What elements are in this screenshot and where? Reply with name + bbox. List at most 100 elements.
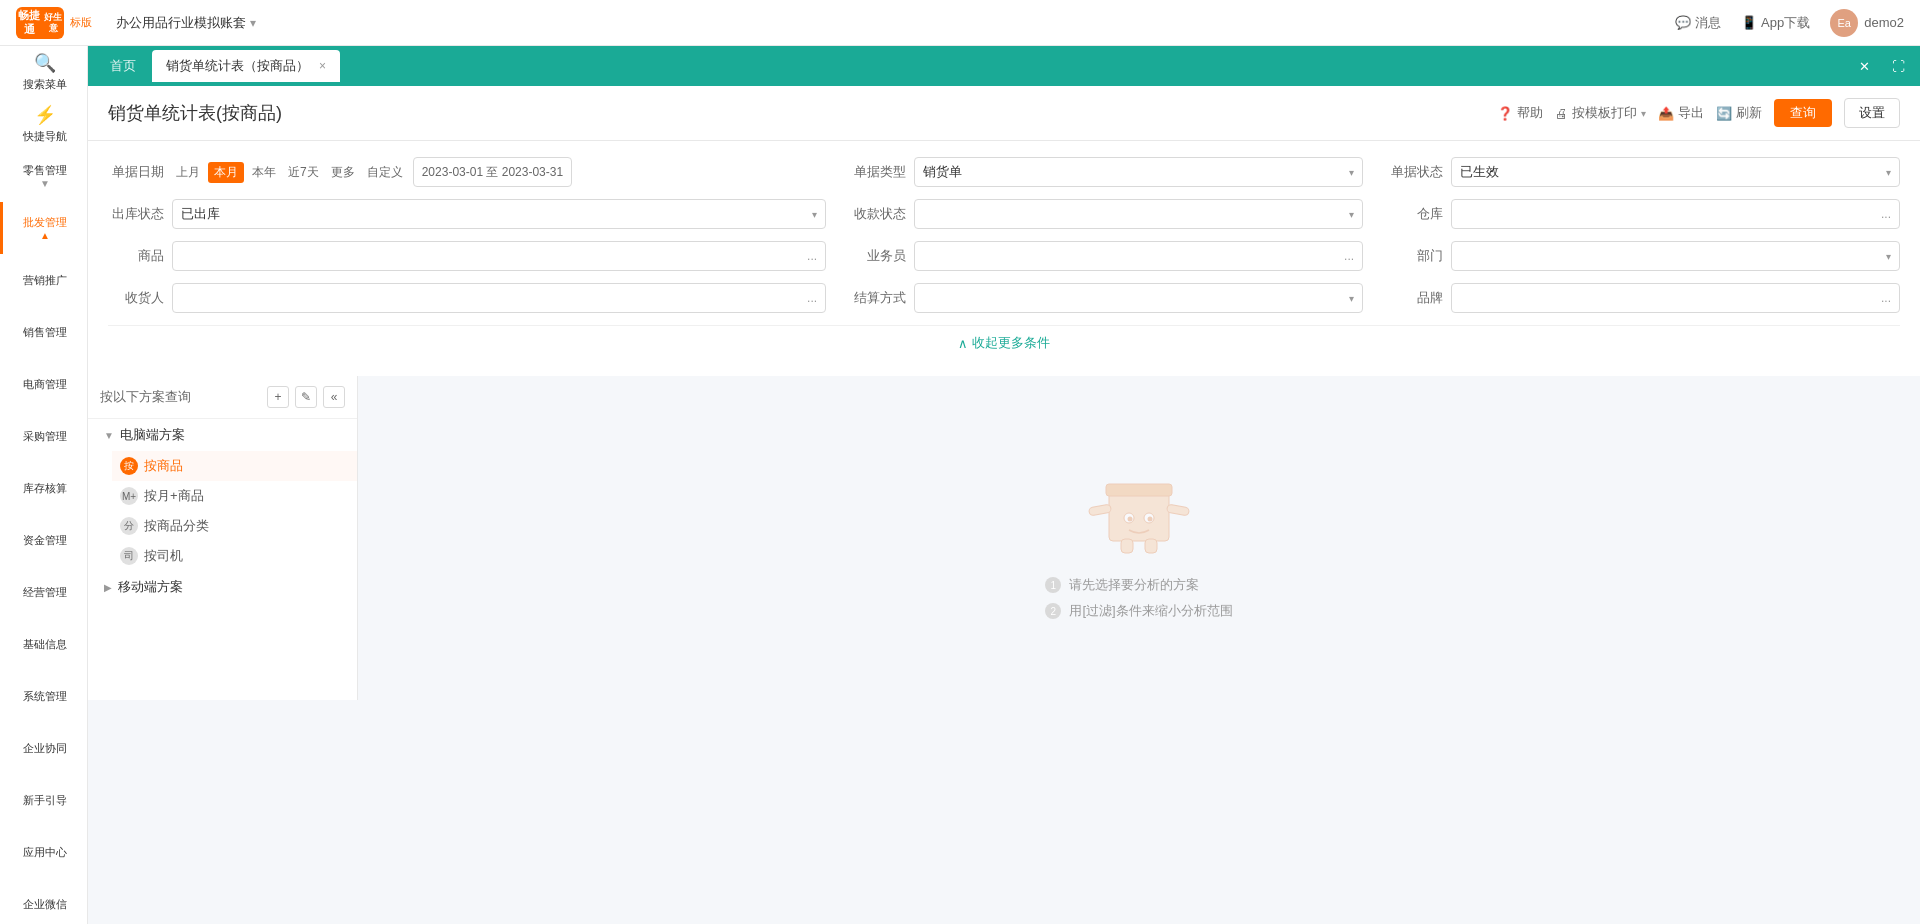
doc-type-dropdown[interactable]: 销货单 ▾ <box>914 157 1363 187</box>
sidebar-item-operations[interactable]: 经营管理 <box>0 566 87 618</box>
date-more[interactable]: 更多 <box>327 162 359 183</box>
scheme-icon-goods: 按 <box>120 457 138 475</box>
empty-state: 1 请先选择要分析的方案 2 用[过滤]条件来缩小分析范围 <box>358 376 1920 700</box>
tab-active[interactable]: 销货单统计表（按商品） × <box>152 50 340 82</box>
settings-btn[interactable]: 设置 <box>1844 98 1900 128</box>
doc-status-dropdown[interactable]: 已生效 ▾ <box>1451 157 1900 187</box>
date-this-month[interactable]: 本月 <box>208 162 244 183</box>
filter-brand: 品牌 ... <box>1387 283 1900 313</box>
salesperson-input[interactable]: ... <box>914 241 1363 271</box>
sidebar-item-guide[interactable]: 新手引导 <box>0 774 87 826</box>
sidebar-item-finance[interactable]: 资金管理 <box>0 514 87 566</box>
query-layout: 按以下方案查询 + ✎ « ▼ 电脑端方案 <box>88 376 1920 700</box>
tab-home[interactable]: 首页 <box>96 50 150 82</box>
salesperson-dots[interactable]: ... <box>1344 249 1354 263</box>
page-title: 销货单统计表(按商品) <box>108 101 282 137</box>
receipt-status-dropdown[interactable]: ▾ <box>914 199 1363 229</box>
refresh-icon: 🔄 <box>1716 106 1732 121</box>
export-icon: 📤 <box>1658 106 1674 121</box>
sidebar-item-enterprise[interactable]: 企业协同 <box>0 722 87 774</box>
collapse-panel-btn[interactable]: « <box>323 386 345 408</box>
filter-row-1: 单据日期 上月 本月 本年 近7天 更多 自定义 <box>108 157 1900 187</box>
receiver-label: 收货人 <box>108 289 164 307</box>
date-range-input[interactable]: 2023-03-01 至 2023-03-31 <box>413 157 572 187</box>
date-group: 上月 本月 本年 近7天 更多 自定义 2023-03-01 至 2023-03… <box>172 157 826 187</box>
sidebar-item-basic-info[interactable]: 基础信息 <box>0 618 87 670</box>
dept-dropdown[interactable]: ▾ <box>1451 241 1900 271</box>
sidebar-item-ecommerce[interactable]: 电商管理 <box>0 358 87 410</box>
collapse-icon: ∧ <box>958 336 968 351</box>
filter-payment: 结算方式 ▾ <box>850 283 1363 313</box>
scheme-by-month-goods[interactable]: M+ 按月+商品 <box>112 481 357 511</box>
tree-group-mobile[interactable]: ▶ 移动端方案 <box>88 571 357 603</box>
query-btn[interactable]: 查询 <box>1774 99 1832 127</box>
refresh-btn[interactable]: 🔄 刷新 <box>1716 104 1762 122</box>
logo-area: 畅捷通 好生意 标版 <box>16 7 104 39</box>
filter-date: 单据日期 上月 本月 本年 近7天 更多 自定义 <box>108 157 826 187</box>
sidebar-item-quick-nav[interactable]: ⚡ 快捷导航 <box>0 98 87 150</box>
scheme-by-goods[interactable]: 按 按商品 <box>112 451 357 481</box>
receiver-input[interactable]: ... <box>172 283 826 313</box>
receiver-dots[interactable]: ... <box>807 291 817 305</box>
out-status-label: 出库状态 <box>108 205 164 223</box>
fullscreen-btn[interactable]: ⛶ <box>1884 52 1912 80</box>
doc-type-arrow: ▾ <box>1349 167 1354 178</box>
workspace-dropdown-icon[interactable]: ▾ <box>250 16 256 30</box>
sidebar-item-sales[interactable]: 销售管理 <box>0 306 87 358</box>
sidebar-item-inventory[interactable]: 库存核算 <box>0 462 87 514</box>
tab-bar: 首页 销货单统计表（按商品） × ✕ ⛶ <box>88 46 1920 86</box>
filter-goods: 商品 ... <box>108 241 826 271</box>
quick-nav-icon: ⚡ <box>34 104 56 126</box>
sidebar-item-wechat[interactable]: 企业微信 <box>0 878 87 924</box>
goods-input[interactable]: ... <box>172 241 826 271</box>
close-all-tabs-btn[interactable]: ✕ <box>1850 52 1878 80</box>
date-7days[interactable]: 近7天 <box>284 162 323 183</box>
sidebar-item-system[interactable]: 系统管理 <box>0 670 87 722</box>
payment-dropdown[interactable]: ▾ <box>914 283 1363 313</box>
doc-status-label: 单据状态 <box>1387 163 1443 181</box>
tab-close-btn[interactable]: × <box>319 59 326 73</box>
date-this-year[interactable]: 本年 <box>248 162 280 183</box>
brand-dots[interactable]: ... <box>1881 291 1891 305</box>
payment-arrow: ▾ <box>1349 293 1354 304</box>
filter-row-3: 商品 ... 业务员 ... <box>108 241 1900 271</box>
export-btn[interactable]: 📤 导出 <box>1658 104 1704 122</box>
edit-scheme-btn[interactable]: ✎ <box>295 386 317 408</box>
goods-dots[interactable]: ... <box>807 249 817 263</box>
scheme-by-driver[interactable]: 司 按司机 <box>112 541 357 571</box>
tree-sub-pc: 按 按商品 M+ 按月+商品 分 按商品分类 <box>88 451 357 571</box>
receipt-status-arrow: ▾ <box>1349 209 1354 220</box>
goods-label: 商品 <box>108 247 164 265</box>
date-last-month[interactable]: 上月 <box>172 162 204 183</box>
sidebar-item-marketing[interactable]: 营销推广 <box>0 254 87 306</box>
top-bar: 畅捷通 好生意 标版 办公用品行业模拟账套 ▾ 💬 消息 📱 App下载 Ea … <box>0 0 1920 46</box>
tree-group-pc[interactable]: ▼ 电脑端方案 <box>88 419 357 451</box>
date-custom[interactable]: 自定义 <box>363 162 407 183</box>
print-btn[interactable]: 🖨 按模板打印 ▾ <box>1555 104 1646 122</box>
date-shortcuts: 上月 本月 本年 近7天 更多 自定义 <box>172 162 407 183</box>
out-status-dropdown[interactable]: 已出库 ▾ <box>172 199 826 229</box>
svg-rect-9 <box>1145 539 1157 553</box>
warehouse-dots[interactable]: ... <box>1881 207 1891 221</box>
sidebar-item-wholesale[interactable]: 批发管理 ▲ <box>0 202 87 254</box>
page-content: 销货单统计表(按商品) ❓ 帮助 🖨 按模板打印 ▾ 📤 <box>88 86 1920 924</box>
warehouse-input[interactable]: ... <box>1451 199 1900 229</box>
sidebar-item-search[interactable]: 🔍 搜索菜单 <box>0 46 87 98</box>
add-scheme-btn[interactable]: + <box>267 386 289 408</box>
doc-status-arrow: ▾ <box>1886 167 1891 178</box>
app-download-btn[interactable]: 📱 App下载 <box>1741 14 1810 32</box>
filter-dept: 部门 ▾ <box>1387 241 1900 271</box>
user-menu[interactable]: Ea demo2 <box>1830 9 1904 37</box>
svg-rect-7 <box>1166 504 1189 516</box>
sidebar-item-purchase[interactable]: 采购管理 <box>0 410 87 462</box>
brand-input[interactable]: ... <box>1451 283 1900 313</box>
collapse-bar[interactable]: ∧ 收起更多条件 <box>108 325 1900 360</box>
scheme-icon-month-goods: M+ <box>120 487 138 505</box>
scheme-by-category[interactable]: 分 按商品分类 <box>112 511 357 541</box>
empty-tip-2: 2 用[过滤]条件来缩小分析范围 <box>1045 602 1232 620</box>
svg-point-4 <box>1128 517 1133 522</box>
message-btn[interactable]: 💬 消息 <box>1675 14 1721 32</box>
sidebar-item-app-center[interactable]: 应用中心 <box>0 826 87 878</box>
help-btn[interactable]: ❓ 帮助 <box>1497 104 1543 122</box>
sidebar-item-retail[interactable]: 零售管理 ▼ <box>0 150 87 202</box>
